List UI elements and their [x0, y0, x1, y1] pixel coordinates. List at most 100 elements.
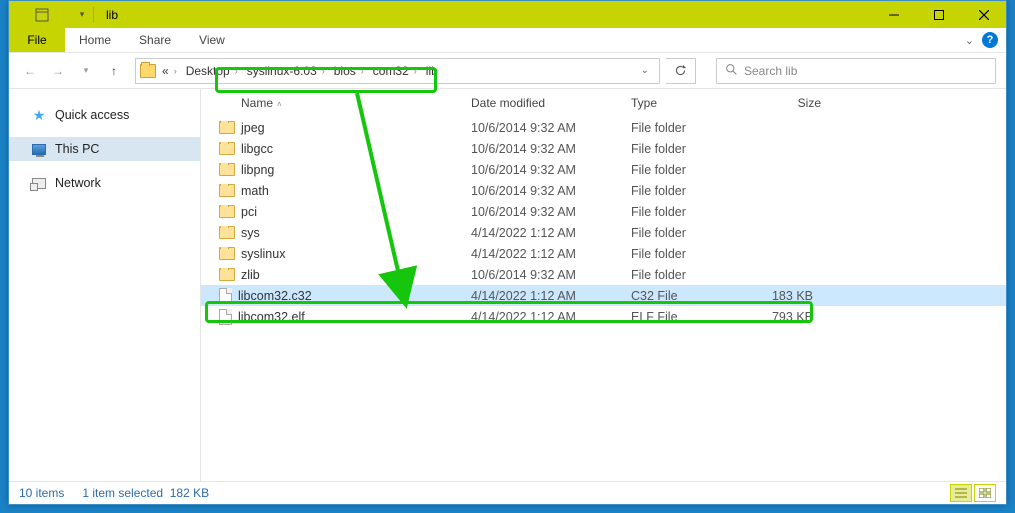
- file-date: 10/6/2014 9:32 AM: [461, 163, 621, 177]
- file-type: C32 File: [621, 289, 741, 303]
- file-tab[interactable]: File: [9, 28, 65, 52]
- crumb-ellipsis[interactable]: «›: [160, 64, 184, 78]
- col-type[interactable]: Type: [621, 96, 741, 110]
- folder-icon: [219, 142, 235, 155]
- window-title: lib: [106, 8, 118, 22]
- pc-icon: [31, 141, 47, 157]
- view-thumbnails-button[interactable]: [974, 484, 996, 502]
- folder-icon: [219, 268, 235, 281]
- titlebar: ▾ lib: [9, 1, 1006, 28]
- search-icon: [725, 63, 738, 79]
- file-name: libcom32.elf: [238, 310, 305, 324]
- tab-view[interactable]: View: [185, 28, 239, 52]
- table-row[interactable]: sys 4/14/2022 1:12 AMFile folder: [201, 222, 1006, 243]
- qat-properties-icon[interactable]: [31, 1, 53, 28]
- crumb-lib[interactable]: lib: [424, 64, 440, 78]
- file-type: File folder: [621, 247, 741, 261]
- crumb-com32[interactable]: com32›: [371, 64, 424, 78]
- tab-share[interactable]: Share: [125, 28, 185, 52]
- folder-icon: [219, 205, 235, 218]
- nav-row: ← → ▾ ↑ «› Desktop› syslinux-6.03› bios›…: [9, 53, 1006, 89]
- back-button[interactable]: ←: [19, 60, 41, 82]
- ribbon: File Home Share View ⌄ ?: [9, 28, 1006, 53]
- file-type: File folder: [621, 226, 741, 240]
- help-icon[interactable]: ?: [982, 32, 998, 48]
- file-size: 183 KB: [741, 289, 821, 303]
- minimize-button[interactable]: [871, 1, 916, 28]
- folder-icon: [219, 184, 235, 197]
- table-row[interactable]: libgcc 10/6/2014 9:32 AMFile folder: [201, 138, 1006, 159]
- tab-home[interactable]: Home: [65, 28, 125, 52]
- col-name[interactable]: Name˄: [201, 96, 461, 110]
- table-row[interactable]: libcom32.elf4/14/2022 1:12 AMELF File793…: [201, 306, 1006, 327]
- crumb-syslinux[interactable]: syslinux-6.03›: [245, 64, 332, 78]
- ribbon-collapse-icon[interactable]: ⌄: [965, 34, 974, 47]
- star-icon: ★: [31, 107, 47, 123]
- file-icon: [219, 288, 232, 304]
- column-headers: Name˄ Date modified Type Size: [201, 89, 1006, 117]
- file-date: 10/6/2014 9:32 AM: [461, 142, 621, 156]
- status-bar: 10 items 1 item selected 182 KB: [9, 481, 1006, 504]
- file-date: 4/14/2022 1:12 AM: [461, 310, 621, 324]
- table-row[interactable]: libpng 10/6/2014 9:32 AMFile folder: [201, 159, 1006, 180]
- file-type: File folder: [621, 184, 741, 198]
- file-name: pci: [241, 205, 257, 219]
- file-type: File folder: [621, 142, 741, 156]
- qat-newfolder-icon[interactable]: [53, 1, 75, 28]
- table-row[interactable]: syslinux4/14/2022 1:12 AMFile folder: [201, 243, 1006, 264]
- forward-button[interactable]: →: [47, 60, 69, 82]
- table-row[interactable]: jpeg10/6/2014 9:32 AMFile folder: [201, 117, 1006, 138]
- file-name: sys: [241, 226, 260, 240]
- file-type: ELF File: [621, 310, 741, 324]
- table-row[interactable]: pci 10/6/2014 9:32 AMFile folder: [201, 201, 1006, 222]
- refresh-button[interactable]: [666, 58, 696, 84]
- sidebar-item-network[interactable]: Network: [9, 171, 200, 195]
- file-name: libcom32.c32: [238, 289, 312, 303]
- crumb-desktop[interactable]: Desktop›: [184, 64, 245, 78]
- sort-indicator-icon: ˄: [277, 100, 282, 109]
- file-date: 10/6/2014 9:32 AM: [461, 268, 621, 282]
- maximize-button[interactable]: [916, 1, 961, 28]
- explorer-window: ▾ lib File Home Share View ⌄ ? ← → ▾ ↑ «…: [8, 0, 1007, 505]
- address-bar[interactable]: «› Desktop› syslinux-6.03› bios› com32› …: [135, 58, 660, 84]
- address-folder-icon: [140, 64, 156, 78]
- file-name: libpng: [241, 163, 274, 177]
- address-dropdown-icon[interactable]: ⌄: [635, 65, 655, 76]
- file-rows: jpeg10/6/2014 9:32 AMFile folder libgcc 10…: [201, 117, 1006, 327]
- file-date: 10/6/2014 9:32 AM: [461, 121, 621, 135]
- file-date: 10/6/2014 9:32 AM: [461, 184, 621, 198]
- file-type: File folder: [621, 205, 741, 219]
- search-box[interactable]: Search lib: [716, 58, 996, 84]
- search-placeholder: Search lib: [744, 64, 797, 78]
- qat-dropdown-icon[interactable]: ▾: [75, 1, 89, 28]
- table-row[interactable]: libcom32.c324/14/2022 1:12 AMC32 File183…: [201, 285, 1006, 306]
- folder-icon: [219, 247, 235, 260]
- file-date: 4/14/2022 1:12 AM: [461, 226, 621, 240]
- status-count: 10 items: [19, 486, 64, 500]
- crumb-bios[interactable]: bios›: [332, 64, 371, 78]
- col-size[interactable]: Size: [741, 96, 821, 110]
- file-type: File folder: [621, 163, 741, 177]
- folder-icon: [219, 226, 235, 239]
- file-type: File folder: [621, 268, 741, 282]
- folder-icon: [219, 121, 235, 134]
- sidebar-item-quickaccess[interactable]: ★ Quick access: [9, 103, 200, 127]
- file-name: zlib: [241, 268, 260, 282]
- view-details-button[interactable]: [950, 484, 972, 502]
- file-pane: Name˄ Date modified Type Size jpeg10/6/2…: [201, 89, 1006, 481]
- close-button[interactable]: [961, 1, 1006, 28]
- file-date: 10/6/2014 9:32 AM: [461, 205, 621, 219]
- sidebar: ★ Quick access This PC Network: [9, 89, 201, 481]
- status-selection: 1 item selected 182 KB: [82, 486, 209, 500]
- col-date[interactable]: Date modified: [461, 96, 621, 110]
- folder-icon: [219, 163, 235, 176]
- up-button[interactable]: ↑: [103, 60, 125, 82]
- table-row[interactable]: math 10/6/2014 9:32 AMFile folder: [201, 180, 1006, 201]
- table-row[interactable]: zlib 10/6/2014 9:32 AMFile folder: [201, 264, 1006, 285]
- file-icon: [219, 309, 232, 325]
- file-name: libgcc: [241, 142, 273, 156]
- file-name: math: [241, 184, 269, 198]
- app-icon: [9, 1, 31, 28]
- recent-dropdown-icon[interactable]: ▾: [75, 60, 97, 82]
- sidebar-item-thispc[interactable]: This PC: [9, 137, 200, 161]
